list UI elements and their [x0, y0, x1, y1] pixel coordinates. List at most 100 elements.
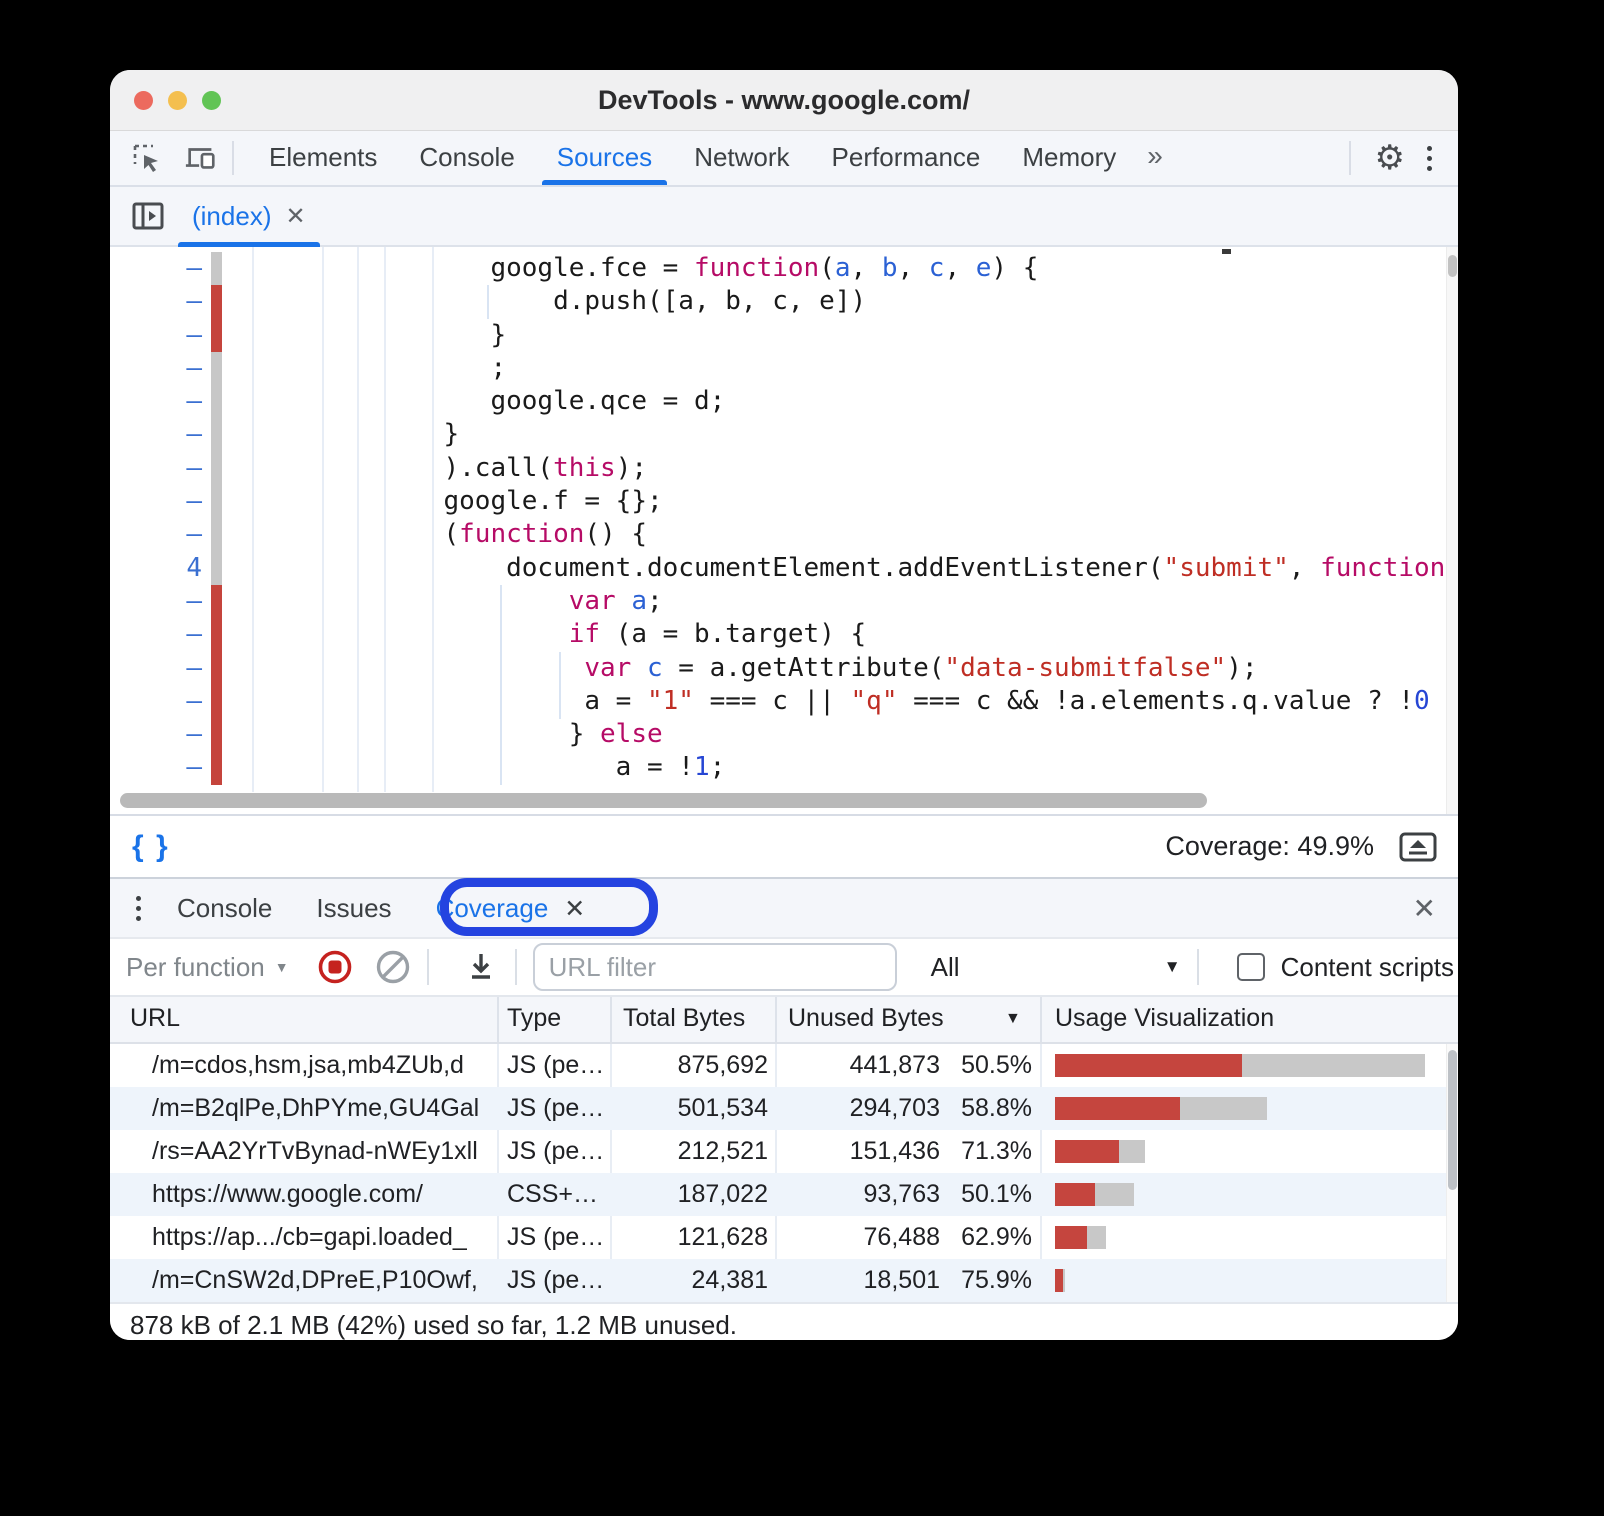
gutter-line-marker[interactable]: –: [110, 652, 202, 685]
tab-network[interactable]: Network: [673, 131, 810, 185]
gutter-line-marker[interactable]: –: [110, 452, 202, 485]
code-editor[interactable]: – google.fce = function(a, b, c, e) {– d…: [110, 247, 1458, 814]
table-row[interactable]: /m=CnSW2d,DPreE,P10Owf,JS (pe…24,38118,5…: [110, 1259, 1458, 1302]
stop-recording-icon[interactable]: [317, 949, 353, 985]
coverage-toolbar: Per function▼: [110, 939, 1458, 997]
drawer-tab-console[interactable]: Console: [155, 893, 294, 924]
code-line: – (function() {: [110, 518, 1436, 551]
drawer-tab-issues[interactable]: Issues: [294, 893, 413, 924]
coverage-percent-label: Coverage: 49.9%: [1165, 831, 1374, 862]
gutter-line-marker[interactable]: –: [110, 685, 202, 718]
usage-visualization-bar: [1055, 1140, 1145, 1163]
type-filter-dropdown[interactable]: All▼: [931, 952, 1181, 983]
coverage-gutter-strip: [211, 618, 222, 651]
url-filter-input[interactable]: [533, 943, 897, 991]
gutter-line-marker[interactable]: –: [110, 252, 202, 285]
column-header-total-bytes[interactable]: Total Bytes: [623, 997, 745, 1040]
code-line: – google.f = {};: [110, 485, 1436, 518]
kebab-menu-icon[interactable]: [1415, 140, 1444, 177]
tab-sources[interactable]: Sources: [536, 131, 673, 185]
column-header-usage-visualization[interactable]: Usage Visualization: [1055, 997, 1274, 1040]
close-file-tab-icon[interactable]: ✕: [285, 202, 305, 231]
clear-coverage-icon[interactable]: [375, 949, 411, 985]
coverage-gutter-strip: [211, 652, 222, 685]
gutter-line-marker[interactable]: 4: [110, 552, 202, 585]
editor-vertical-scrollbar[interactable]: [1446, 247, 1458, 814]
code-lines: – google.fce = function(a, b, c, e) {– d…: [110, 252, 1436, 785]
inspect-icon[interactable]: [130, 141, 164, 175]
devtools-window: DevTools - www.google.com/ Elements: [110, 70, 1458, 1340]
row-unused-percent: 50.5%: [961, 1044, 1032, 1087]
column-header-unused-bytes[interactable]: Unused Bytes: [788, 997, 944, 1040]
coverage-gutter-strip: [211, 418, 222, 451]
coverage-gutter-strip: [211, 751, 222, 784]
row-unused-percent: 58.8%: [961, 1087, 1032, 1130]
gutter-line-marker[interactable]: –: [110, 352, 202, 385]
row-unused-bytes: 76,488: [864, 1216, 940, 1259]
drawer-kebab-menu-icon[interactable]: [122, 890, 155, 927]
coverage-mode-dropdown[interactable]: Per function▼: [126, 952, 289, 983]
tab-console[interactable]: Console: [398, 131, 535, 185]
coverage-gutter-strip: [211, 718, 222, 751]
usage-visualization-bar: [1055, 1097, 1267, 1120]
row-total-bytes: 121,628: [678, 1216, 768, 1259]
gutter-line-marker[interactable]: –: [110, 618, 202, 651]
row-url: /m=CnSW2d,DPreE,P10Owf,: [152, 1259, 478, 1302]
sidebar-toggle-icon[interactable]: [130, 198, 166, 234]
table-row[interactable]: /rs=AA2YrTvBynad-nWEy1xllJS (pe…212,5211…: [110, 1130, 1458, 1173]
sort-descending-icon[interactable]: ▼: [1005, 997, 1021, 1040]
tab-memory[interactable]: Memory: [1001, 131, 1137, 185]
code-line: – }: [110, 418, 1436, 451]
code-line: – ).call(this);: [110, 452, 1436, 485]
usage-visualization-bar: [1055, 1183, 1134, 1206]
table-row[interactable]: /m=cdos,hsm,jsa,mb4ZUb,dJS (pe…875,69244…: [110, 1044, 1458, 1087]
row-total-bytes: 187,022: [678, 1173, 768, 1216]
column-header-url[interactable]: URL: [130, 997, 180, 1040]
gutter-line-marker[interactable]: –: [110, 518, 202, 551]
row-type: JS (pe…: [507, 1216, 604, 1259]
row-unused-bytes: 294,703: [850, 1087, 940, 1130]
drawer-tab-coverage[interactable]: Coverage✕: [414, 893, 608, 924]
row-total-bytes: 501,534: [678, 1087, 768, 1130]
gutter-line-marker[interactable]: –: [110, 585, 202, 618]
row-total-bytes: 212,521: [678, 1130, 768, 1173]
row-url: /m=cdos,hsm,jsa,mb4ZUb,d: [152, 1044, 464, 1087]
code-line: – a = !1;: [110, 751, 1436, 784]
gutter-line-marker[interactable]: –: [110, 385, 202, 418]
gutter-line-marker[interactable]: –: [110, 718, 202, 751]
gutter-line-marker[interactable]: –: [110, 285, 202, 318]
export-download-icon[interactable]: [463, 949, 499, 985]
toolbar-divider: [1349, 141, 1351, 175]
file-tab-index[interactable]: (index) ✕: [178, 187, 320, 245]
row-unused-percent: 71.3%: [961, 1130, 1032, 1173]
panel-tabs: Elements Console Sources Network Perform…: [248, 131, 1335, 185]
content-scripts-checkbox[interactable]: [1237, 953, 1265, 981]
gear-icon[interactable]: ⚙: [1375, 141, 1405, 175]
eject-icon[interactable]: [1398, 831, 1438, 863]
tab-elements[interactable]: Elements: [248, 131, 398, 185]
gutter-line-marker[interactable]: –: [110, 418, 202, 451]
table-vertical-scrollbar[interactable]: [1446, 1044, 1458, 1302]
tab-performance[interactable]: Performance: [811, 131, 1002, 185]
table-row[interactable]: /m=B2qlPe,DhPYme,GU4GalJS (pe…501,534294…: [110, 1087, 1458, 1130]
gutter-line-marker[interactable]: –: [110, 319, 202, 352]
code-line: – ;: [110, 352, 1436, 385]
close-coverage-tab-icon[interactable]: ✕: [564, 895, 585, 923]
table-row[interactable]: https://ap.../cb=gapi.loaded_JS (pe…121,…: [110, 1216, 1458, 1259]
gutter-line-marker[interactable]: –: [110, 485, 202, 518]
file-tab-label: (index): [192, 201, 271, 232]
coverage-table-header: URL Type Total Bytes Unused Bytes ▼ Usag…: [110, 997, 1458, 1044]
more-tabs-icon[interactable]: »: [1137, 131, 1171, 185]
gutter-line-marker[interactable]: –: [110, 751, 202, 784]
column-header-type[interactable]: Type: [507, 997, 561, 1040]
device-toolbar-icon[interactable]: [184, 141, 218, 175]
pretty-print-icon[interactable]: { }: [132, 830, 170, 864]
code-line: – google.fce = function(a, b, c, e) {: [110, 252, 1436, 285]
type-filter-value: All: [931, 952, 960, 983]
row-total-bytes: 24,381: [692, 1259, 768, 1302]
coverage-gutter-strip: [211, 485, 222, 518]
close-drawer-icon[interactable]: ✕: [1413, 892, 1436, 925]
row-unused-percent: 62.9%: [961, 1216, 1032, 1259]
table-row[interactable]: https://www.google.com/CSS+…187,02293,76…: [110, 1173, 1458, 1216]
editor-horizontal-scrollbar[interactable]: [120, 793, 1207, 808]
